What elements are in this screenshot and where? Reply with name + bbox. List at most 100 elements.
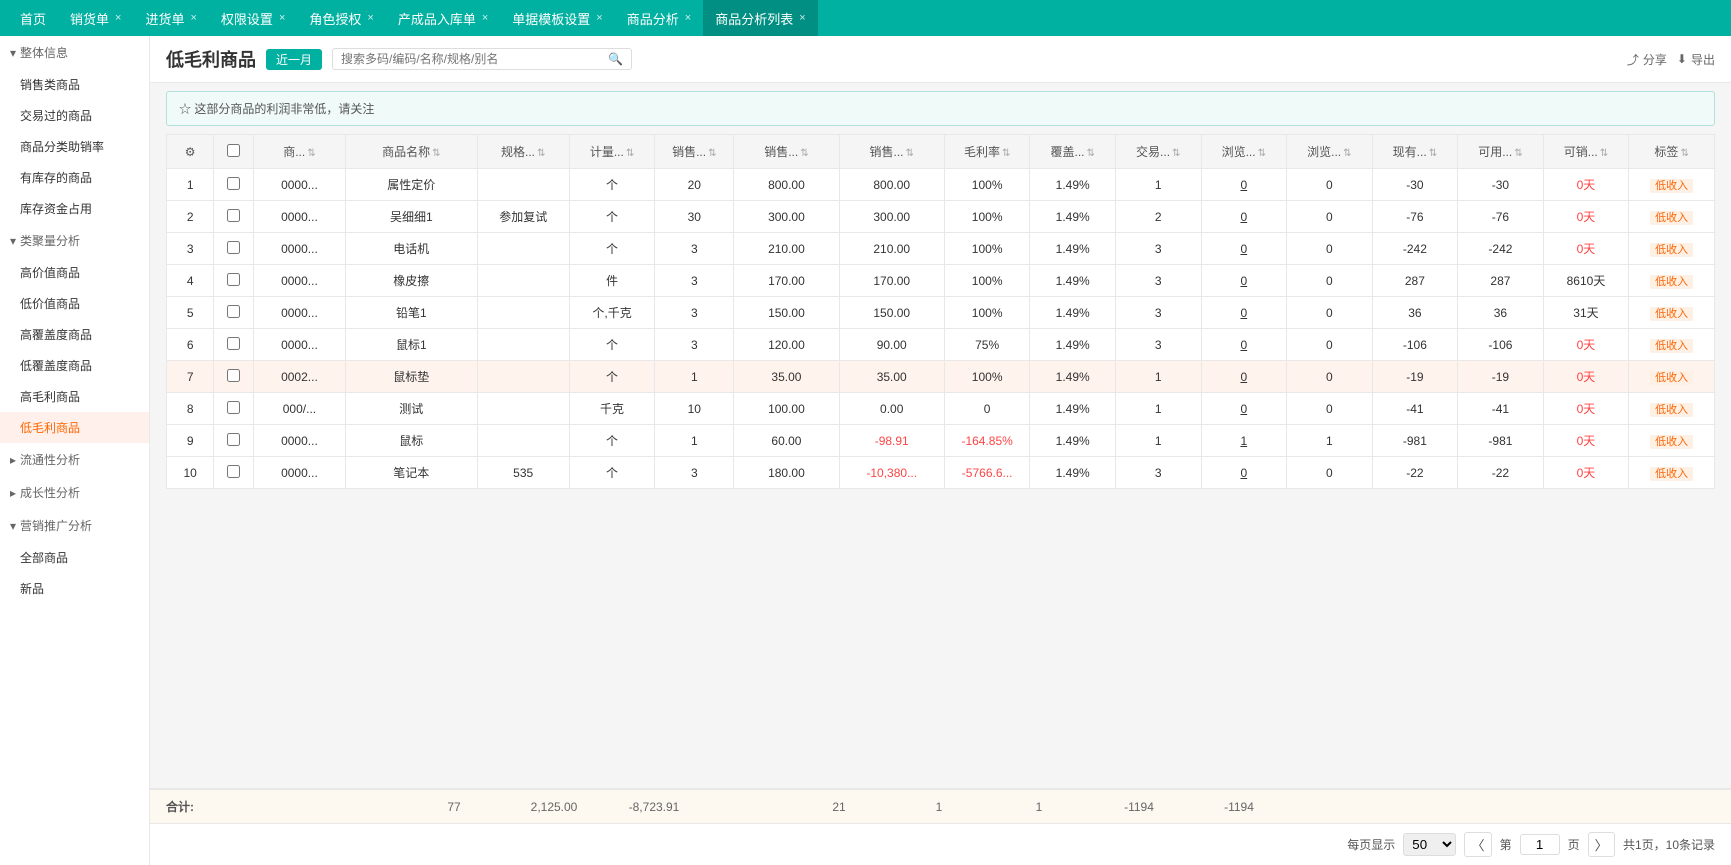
row-browse-pv[interactable]: 1 <box>1201 425 1287 457</box>
th-name[interactable]: 商品名称⇅ <box>346 135 478 169</box>
close-icon[interactable]: × <box>115 12 121 24</box>
prev-page-button[interactable]: 〈 <box>1464 832 1491 857</box>
th-sales-amt[interactable]: 销售...⇅ <box>734 135 839 169</box>
sort-icon[interactable]: ⇅ <box>1002 148 1010 159</box>
sidebar-group-marketing[interactable]: ▾ 营销推广分析 <box>0 509 149 542</box>
row-select-checkbox[interactable] <box>227 209 240 222</box>
row-checkbox[interactable] <box>214 393 253 425</box>
page-number-input[interactable] <box>1520 834 1560 855</box>
row-select-checkbox[interactable] <box>227 433 240 446</box>
close-icon[interactable]: × <box>482 12 488 24</box>
sort-icon[interactable]: ⇅ <box>626 148 634 159</box>
nav-permissions[interactable]: 权限设置 × <box>209 0 297 36</box>
sort-icon[interactable]: ⇅ <box>1680 148 1688 159</box>
th-unit[interactable]: 计量...⇅ <box>569 135 655 169</box>
row-browse-pv[interactable]: 0 <box>1201 169 1287 201</box>
sidebar-item-low-value[interactable]: 低价值商品 <box>0 288 149 319</box>
th-cover-rate[interactable]: 覆盖...⇅ <box>1030 135 1116 169</box>
row-browse-pv[interactable]: 0 <box>1201 297 1287 329</box>
sort-icon[interactable]: ⇅ <box>708 148 716 159</box>
row-browse-pv[interactable]: 0 <box>1201 361 1287 393</box>
sidebar-item-high-coverage[interactable]: 高覆盖度商品 <box>0 319 149 350</box>
sort-icon[interactable]: ⇅ <box>1172 148 1180 159</box>
sidebar-item-category-rate[interactable]: 商品分类助销率 <box>0 131 149 162</box>
th-stock-salable[interactable]: 可销...⇅ <box>1543 135 1629 169</box>
th-transactions[interactable]: 交易...⇅ <box>1115 135 1201 169</box>
close-icon[interactable]: × <box>685 12 691 24</box>
row-checkbox[interactable] <box>214 265 253 297</box>
close-icon[interactable]: × <box>367 12 373 24</box>
row-select-checkbox[interactable] <box>227 305 240 318</box>
th-browse-pv[interactable]: 浏览...⇅ <box>1201 135 1287 169</box>
close-icon[interactable]: × <box>799 12 805 24</box>
row-checkbox[interactable] <box>214 457 253 489</box>
row-browse-pv[interactable]: 0 <box>1201 393 1287 425</box>
sidebar-item-traded-goods[interactable]: 交易过的商品 <box>0 100 149 131</box>
row-select-checkbox[interactable] <box>227 465 240 478</box>
sidebar-item-sales-goods[interactable]: 销售类商品 <box>0 69 149 100</box>
th-browse-uv[interactable]: 浏览...⇅ <box>1287 135 1373 169</box>
search-box[interactable]: 🔍 <box>332 48 632 70</box>
close-icon[interactable]: × <box>596 12 602 24</box>
row-browse-pv[interactable]: 0 <box>1201 265 1287 297</box>
sort-icon[interactable]: ⇅ <box>906 148 914 159</box>
th-sales-profit[interactable]: 销售...⇅ <box>839 135 944 169</box>
nav-purchase[interactable]: 进货单 × <box>133 0 208 36</box>
sidebar-item-high-value[interactable]: 高价值商品 <box>0 257 149 288</box>
sidebar-item-high-margin[interactable]: 高毛利商品 <box>0 381 149 412</box>
sort-icon[interactable]: ⇅ <box>1258 148 1266 159</box>
search-icon[interactable]: 🔍 <box>608 52 623 66</box>
sidebar-group-cluster[interactable]: ▾ 类聚量分析 <box>0 224 149 257</box>
row-checkbox[interactable] <box>214 201 253 233</box>
sidebar-item-stocked-goods[interactable]: 有库存的商品 <box>0 162 149 193</box>
row-browse-pv[interactable]: 0 <box>1201 233 1287 265</box>
nav-product-analysis[interactable]: 商品分析 × <box>615 0 703 36</box>
th-settings[interactable]: ⚙ <box>167 135 214 169</box>
close-icon[interactable]: × <box>279 12 285 24</box>
filter-tag-recent-month[interactable]: 近一月 <box>266 49 322 70</box>
next-page-button[interactable]: 〉 <box>1588 832 1615 857</box>
row-select-checkbox[interactable] <box>227 337 240 350</box>
sidebar-item-stock-capital[interactable]: 库存资金占用 <box>0 193 149 224</box>
sort-icon[interactable]: ⇅ <box>1429 148 1437 159</box>
sidebar-item-low-margin[interactable]: 低毛利商品 <box>0 412 149 443</box>
row-checkbox[interactable] <box>214 297 253 329</box>
nav-product-analysis-list[interactable]: 商品分析列表 × <box>703 0 817 36</box>
th-spec[interactable]: 规格...⇅ <box>477 135 569 169</box>
search-input[interactable] <box>341 52 608 66</box>
sidebar-group-liquidity[interactable]: ▸ 流通性分析 <box>0 443 149 476</box>
row-select-checkbox[interactable] <box>227 369 240 382</box>
nav-roles[interactable]: 角色授权 × <box>297 0 385 36</box>
nav-finished-goods[interactable]: 产成品入库单 × <box>386 0 500 36</box>
row-select-checkbox[interactable] <box>227 241 240 254</box>
sort-icon[interactable]: ⇅ <box>800 148 808 159</box>
sidebar-group-growth[interactable]: ▸ 成长性分析 <box>0 476 149 509</box>
row-select-checkbox[interactable] <box>227 273 240 286</box>
sidebar-item-new-goods[interactable]: 新品 <box>0 573 149 604</box>
select-all-checkbox[interactable] <box>227 144 240 157</box>
row-select-checkbox[interactable] <box>227 177 240 190</box>
share-button[interactable]: ⤴ 分享 <box>1627 51 1667 68</box>
sort-icon[interactable]: ⇅ <box>1600 148 1608 159</box>
row-checkbox[interactable] <box>214 361 253 393</box>
row-checkbox[interactable] <box>214 169 253 201</box>
th-stock-current[interactable]: 现有...⇅ <box>1372 135 1458 169</box>
sort-icon[interactable]: ⇅ <box>1514 148 1522 159</box>
row-checkbox[interactable] <box>214 329 253 361</box>
page-size-select[interactable]: 50 100 200 <box>1403 833 1456 856</box>
sort-icon[interactable]: ⇅ <box>432 148 440 159</box>
sidebar-item-all-goods[interactable]: 全部商品 <box>0 542 149 573</box>
sidebar-item-low-coverage[interactable]: 低覆盖度商品 <box>0 350 149 381</box>
th-gross-rate[interactable]: 毛利率⇅ <box>944 135 1030 169</box>
sidebar-group-overall[interactable]: ▾ 整体信息 <box>0 36 149 69</box>
row-checkbox[interactable] <box>214 425 253 457</box>
row-checkbox[interactable] <box>214 233 253 265</box>
sort-icon[interactable]: ⇅ <box>307 148 315 159</box>
th-code[interactable]: 商...⇅ <box>253 135 345 169</box>
row-browse-pv[interactable]: 0 <box>1201 457 1287 489</box>
close-icon[interactable]: × <box>190 12 196 24</box>
row-select-checkbox[interactable] <box>227 401 240 414</box>
row-browse-pv[interactable]: 0 <box>1201 201 1287 233</box>
th-tags[interactable]: 标签⇅ <box>1629 135 1715 169</box>
sort-icon[interactable]: ⇅ <box>1343 148 1351 159</box>
